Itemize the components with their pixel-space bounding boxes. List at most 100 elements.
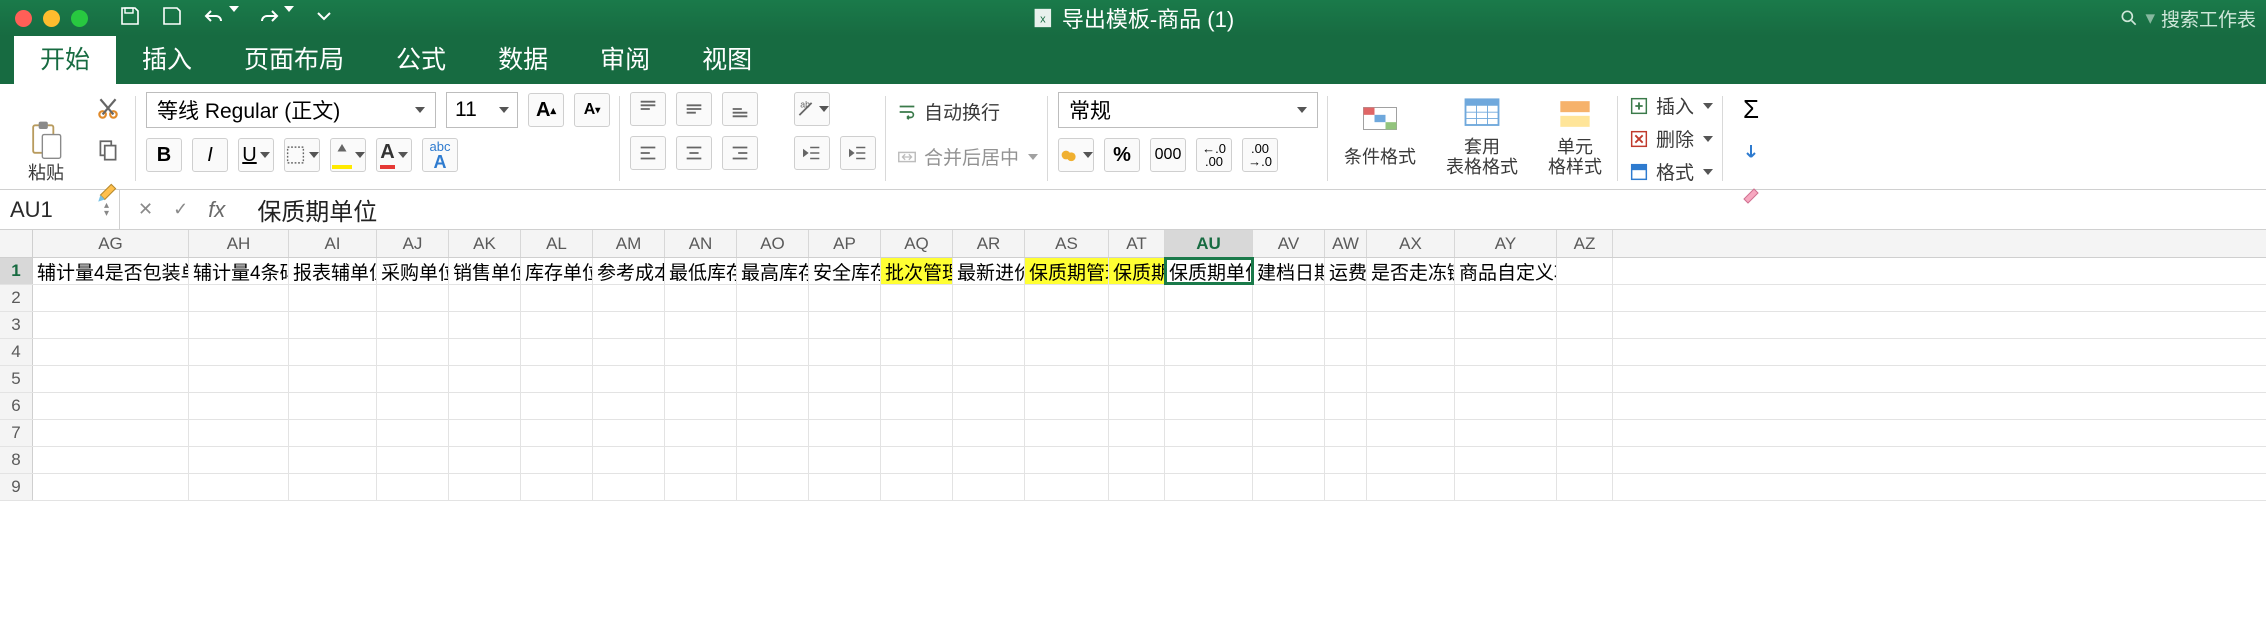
cell-styles-button[interactable]: 单元 格样式 — [1542, 92, 1608, 178]
cell-AO8[interactable] — [737, 447, 809, 473]
cell-AP3[interactable] — [809, 312, 881, 338]
cell-AK2[interactable] — [449, 285, 521, 311]
cell-AT5[interactable] — [1109, 366, 1165, 392]
cell-AR6[interactable] — [953, 393, 1025, 419]
font-size-select[interactable]: 11 — [446, 92, 518, 128]
cell-AU2[interactable] — [1165, 285, 1253, 311]
cell-AJ4[interactable] — [377, 339, 449, 365]
cell-AJ1[interactable]: 采购单位 — [377, 258, 449, 284]
cell-AY4[interactable] — [1455, 339, 1557, 365]
cell-AO7[interactable] — [737, 420, 809, 446]
cell-AH1[interactable]: 辅计量4条码 — [189, 258, 289, 284]
cell-AX5[interactable] — [1367, 366, 1455, 392]
insert-cells-button[interactable]: 插入 — [1628, 92, 1713, 119]
cell-AL3[interactable] — [521, 312, 593, 338]
cell-AX1[interactable]: 是否走冻链 — [1367, 258, 1455, 284]
cell-AG9[interactable] — [33, 474, 189, 500]
cell-AY2[interactable] — [1455, 285, 1557, 311]
cell-AZ9[interactable] — [1557, 474, 1613, 500]
cell-AG8[interactable] — [33, 447, 189, 473]
align-middle-button[interactable] — [676, 92, 712, 126]
cell-AI4[interactable] — [289, 339, 377, 365]
col-header-AH[interactable]: AH — [189, 230, 289, 257]
orientation-button[interactable]: ab — [794, 92, 830, 126]
cell-AG2[interactable] — [33, 285, 189, 311]
cell-AQ9[interactable] — [881, 474, 953, 500]
cell-AV6[interactable] — [1253, 393, 1325, 419]
formula-input[interactable]: 保质期单位 — [243, 192, 2266, 227]
cell-AX9[interactable] — [1367, 474, 1455, 500]
increase-decimal-button[interactable]: ←.0.00 — [1196, 138, 1232, 172]
cell-AI9[interactable] — [289, 474, 377, 500]
col-header-AQ[interactable]: AQ — [881, 230, 953, 257]
cell-AP6[interactable] — [809, 393, 881, 419]
cell-AZ2[interactable] — [1557, 285, 1613, 311]
cell-AL5[interactable] — [521, 366, 593, 392]
cell-AN4[interactable] — [665, 339, 737, 365]
wrap-text-button[interactable]: 自动换行 — [896, 98, 1038, 125]
cell-AN7[interactable] — [665, 420, 737, 446]
cell-AY9[interactable] — [1455, 474, 1557, 500]
col-header-AT[interactable]: AT — [1109, 230, 1165, 257]
cell-AL8[interactable] — [521, 447, 593, 473]
cell-AN9[interactable] — [665, 474, 737, 500]
paste-button[interactable]: 粘贴 — [18, 118, 74, 184]
cell-AP9[interactable] — [809, 474, 881, 500]
col-header-AK[interactable]: AK — [449, 230, 521, 257]
cell-AG4[interactable] — [33, 339, 189, 365]
cell-AO4[interactable] — [737, 339, 809, 365]
currency-button[interactable] — [1058, 138, 1094, 172]
col-header-AP[interactable]: AP — [809, 230, 881, 257]
delete-cells-button[interactable]: 删除 — [1628, 125, 1713, 152]
cell-AQ6[interactable] — [881, 393, 953, 419]
cell-AW4[interactable] — [1325, 339, 1367, 365]
cell-AR3[interactable] — [953, 312, 1025, 338]
cell-AL9[interactable] — [521, 474, 593, 500]
cell-AV4[interactable] — [1253, 339, 1325, 365]
phonetic-button[interactable]: abcA — [422, 138, 458, 172]
cell-AM2[interactable] — [593, 285, 665, 311]
save-icon[interactable] — [118, 4, 142, 33]
fill-color-button[interactable] — [330, 138, 366, 172]
tab-6[interactable]: 视图 — [676, 32, 778, 84]
cell-AT9[interactable] — [1109, 474, 1165, 500]
cell-AK7[interactable] — [449, 420, 521, 446]
cell-AU3[interactable] — [1165, 312, 1253, 338]
cell-AX2[interactable] — [1367, 285, 1455, 311]
cell-AQ1[interactable]: 批次管理 — [881, 258, 953, 284]
cell-AM3[interactable] — [593, 312, 665, 338]
cell-AV8[interactable] — [1253, 447, 1325, 473]
tab-3[interactable]: 公式 — [370, 32, 472, 84]
row-header-7[interactable]: 7 — [0, 420, 33, 446]
cell-AO2[interactable] — [737, 285, 809, 311]
decrease-indent-button[interactable] — [794, 136, 830, 170]
cell-AV1[interactable]: 建档日期 — [1253, 258, 1325, 284]
cell-AI3[interactable] — [289, 312, 377, 338]
cell-AK4[interactable] — [449, 339, 521, 365]
row-header-8[interactable]: 8 — [0, 447, 33, 473]
col-header-AJ[interactable]: AJ — [377, 230, 449, 257]
font-name-select[interactable]: 等线 Regular (正文) — [146, 92, 436, 128]
cell-AM8[interactable] — [593, 447, 665, 473]
close-icon[interactable] — [15, 10, 32, 27]
align-bottom-button[interactable] — [722, 92, 758, 126]
cell-AT7[interactable] — [1109, 420, 1165, 446]
cell-AH3[interactable] — [189, 312, 289, 338]
cell-AV3[interactable] — [1253, 312, 1325, 338]
cell-AL4[interactable] — [521, 339, 593, 365]
cell-AQ8[interactable] — [881, 447, 953, 473]
tab-0[interactable]: 开始 — [14, 32, 116, 84]
cell-AY1[interactable]: 商品自定义项 — [1455, 258, 1557, 284]
row-header-4[interactable]: 4 — [0, 339, 33, 365]
clear-button[interactable] — [1733, 180, 1769, 214]
cell-AR7[interactable] — [953, 420, 1025, 446]
cell-AK3[interactable] — [449, 312, 521, 338]
cell-AL1[interactable]: 库存单位 — [521, 258, 593, 284]
cell-AG1[interactable]: 辅计量4是否包装单位 — [33, 258, 189, 284]
col-header-AY[interactable]: AY — [1455, 230, 1557, 257]
number-format-select[interactable]: 常规 — [1058, 92, 1318, 128]
cell-AK9[interactable] — [449, 474, 521, 500]
cell-AU6[interactable] — [1165, 393, 1253, 419]
customize-qat-icon[interactable] — [312, 4, 336, 33]
cell-AO3[interactable] — [737, 312, 809, 338]
